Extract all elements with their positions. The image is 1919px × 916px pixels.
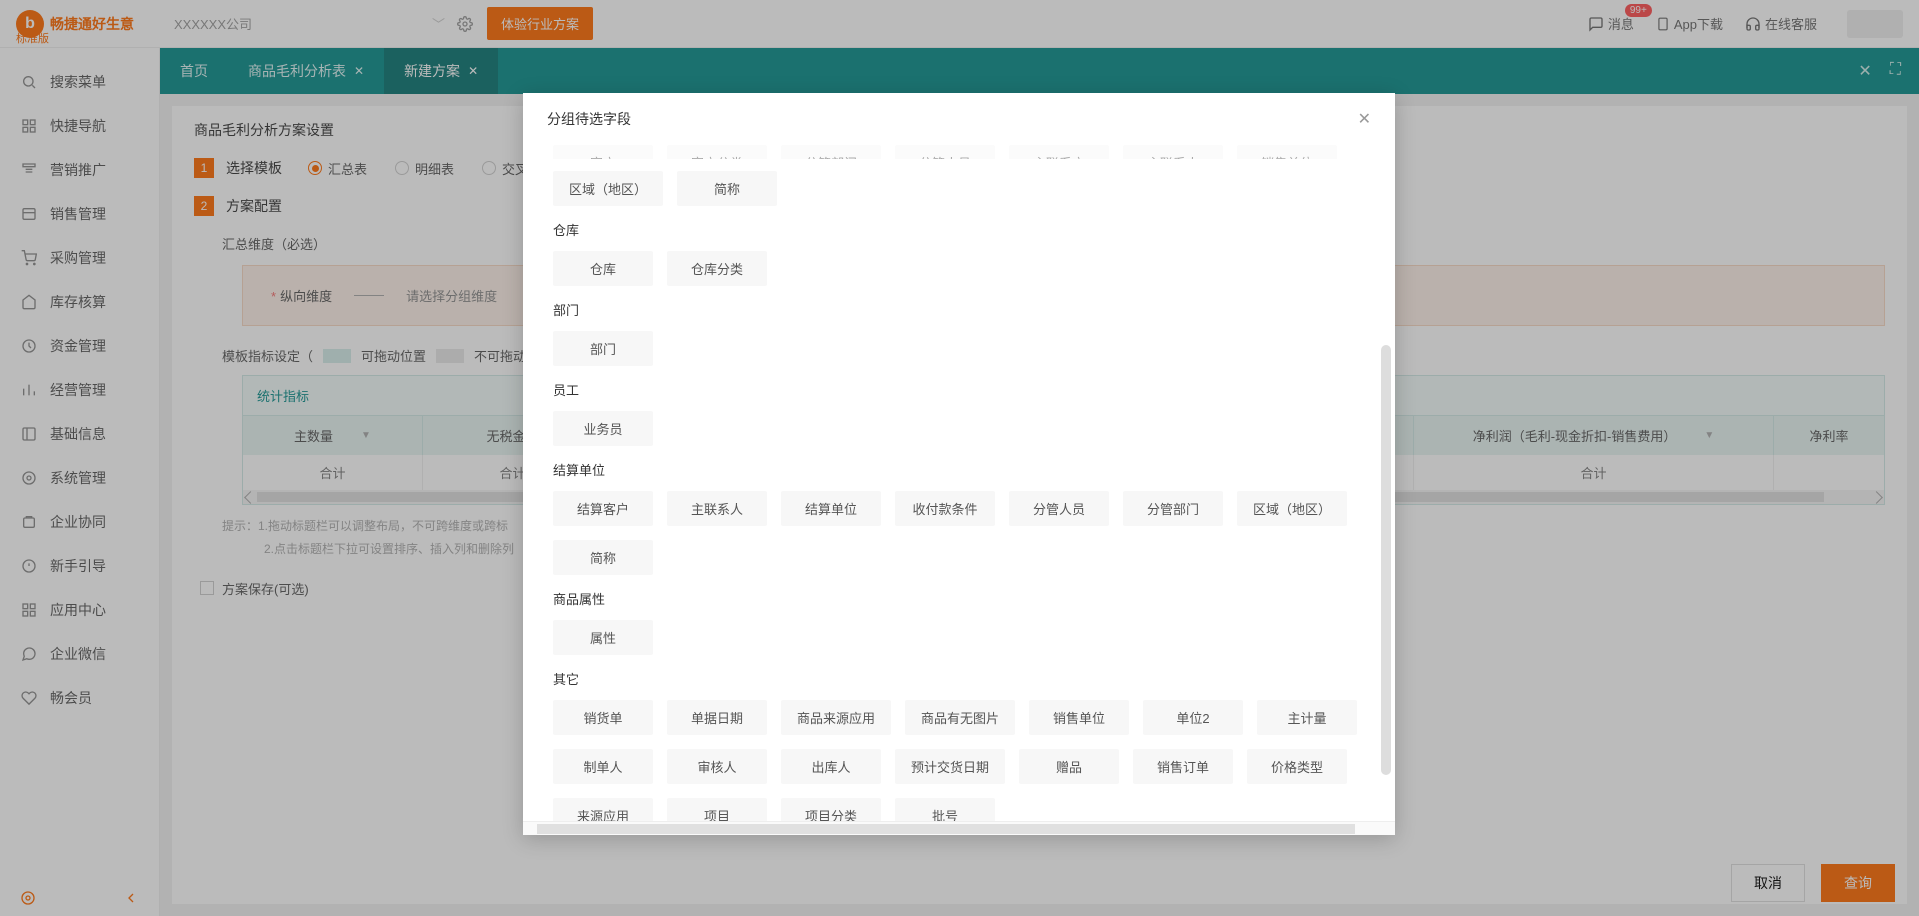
field-option[interactable]: 主计量 xyxy=(1257,700,1357,735)
scrollbar-thumb[interactable] xyxy=(537,824,1355,834)
field-row: 业务员 xyxy=(553,411,1365,446)
section-title: 仓库 xyxy=(553,220,1365,239)
field-option[interactable]: 批号 xyxy=(895,798,995,821)
field-option[interactable]: 区域（地区） xyxy=(553,171,663,206)
field-option[interactable]: 预计交货日期 xyxy=(895,749,1005,784)
field-section: 其它销货单单据日期商品来源应用商品有无图片销售单位单位2 主计量制单人审核人出库人… xyxy=(553,669,1365,821)
field-option[interactable]: 审核人 xyxy=(667,749,767,784)
field-option[interactable]: 出库人 xyxy=(781,749,881,784)
field-option[interactable]: 客户 xyxy=(553,145,653,159)
field-option[interactable]: 业务员 xyxy=(553,411,653,446)
field-row: 客户客户分类分管部门分管人员主联系方主联系人销售单位 xyxy=(553,145,1365,159)
field-option[interactable]: 区域（地区） xyxy=(1237,491,1347,526)
field-option[interactable]: 分管人员 xyxy=(1009,491,1109,526)
field-section: 部门部门 xyxy=(553,300,1365,366)
field-option[interactable]: 客户分类 xyxy=(667,145,767,159)
section-title: 其它 xyxy=(553,669,1365,688)
field-row: 结算客户主联系人结算单位收付款条件分管人员分管部门区域（地区） 简称 xyxy=(553,491,1365,575)
field-option[interactable]: 主联系人 xyxy=(1123,145,1223,159)
field-option[interactable]: 销货单 xyxy=(553,700,653,735)
field-option[interactable]: 单位2 xyxy=(1143,700,1243,735)
field-option[interactable]: 商品有无图片 xyxy=(905,700,1015,735)
field-option[interactable]: 简称 xyxy=(677,171,777,206)
scrollbar-thumb[interactable] xyxy=(1381,345,1391,775)
field-section: 商品属性属性 xyxy=(553,589,1365,655)
field-option[interactable]: 属性 xyxy=(553,620,653,655)
field-option[interactable]: 销售单位 xyxy=(1237,145,1337,159)
field-option[interactable]: 简称 xyxy=(553,540,653,575)
field-option[interactable]: 主联系人 xyxy=(667,491,767,526)
field-option[interactable]: 分管部门 xyxy=(1123,491,1223,526)
field-option[interactable]: 来源应用 xyxy=(553,798,653,821)
field-option[interactable]: 分管人员 xyxy=(895,145,995,159)
field-option[interactable]: 价格类型 xyxy=(1247,749,1347,784)
close-icon[interactable]: ✕ xyxy=(1358,109,1371,129)
field-option[interactable]: 商品来源应用 xyxy=(781,700,891,735)
field-row: 销货单单据日期商品来源应用商品有无图片销售单位单位2 主计量制单人审核人出库人预计… xyxy=(553,700,1365,821)
section-title: 结算单位 xyxy=(553,460,1365,479)
field-selector-modal: 分组待选字段 ✕ 客户客户分类分管部门分管人员主联系方主联系人销售单位区域（地区… xyxy=(523,93,1395,835)
section-title: 员工 xyxy=(553,380,1365,399)
modal-hscroll[interactable] xyxy=(523,821,1395,835)
field-row: 部门 xyxy=(553,331,1365,366)
modal-body: 客户客户分类分管部门分管人员主联系方主联系人销售单位区域（地区）简称仓库仓库仓库… xyxy=(523,145,1395,821)
field-option[interactable]: 单据日期 xyxy=(667,700,767,735)
field-option[interactable]: 结算单位 xyxy=(781,491,881,526)
field-option[interactable]: 主联系方 xyxy=(1009,145,1109,159)
field-row: 属性 xyxy=(553,620,1365,655)
field-option[interactable]: 仓库分类 xyxy=(667,251,767,286)
field-section: 仓库仓库仓库分类 xyxy=(553,220,1365,286)
field-option[interactable]: 项目分类 xyxy=(781,798,881,821)
field-option[interactable]: 赠品 xyxy=(1019,749,1119,784)
field-option[interactable]: 仓库 xyxy=(553,251,653,286)
field-option[interactable]: 部门 xyxy=(553,331,653,366)
modal-header: 分组待选字段 ✕ xyxy=(523,93,1395,145)
field-option[interactable]: 制单人 xyxy=(553,749,653,784)
field-option[interactable]: 结算客户 xyxy=(553,491,653,526)
section-title: 商品属性 xyxy=(553,589,1365,608)
field-section: 员工业务员 xyxy=(553,380,1365,446)
field-option[interactable]: 项目 xyxy=(667,798,767,821)
modal-title: 分组待选字段 xyxy=(547,109,631,129)
field-option[interactable]: 分管部门 xyxy=(781,145,881,159)
field-row: 仓库仓库分类 xyxy=(553,251,1365,286)
section-title: 部门 xyxy=(553,300,1365,319)
field-option[interactable]: 销售订单 xyxy=(1133,749,1233,784)
modal-vscroll[interactable] xyxy=(1381,145,1393,821)
field-row: 区域（地区） 简称 xyxy=(553,171,1365,206)
field-section: 结算单位结算客户主联系人结算单位收付款条件分管人员分管部门区域（地区）简称 xyxy=(553,460,1365,575)
field-option[interactable]: 销售单位 xyxy=(1029,700,1129,735)
field-option[interactable]: 收付款条件 xyxy=(895,491,995,526)
